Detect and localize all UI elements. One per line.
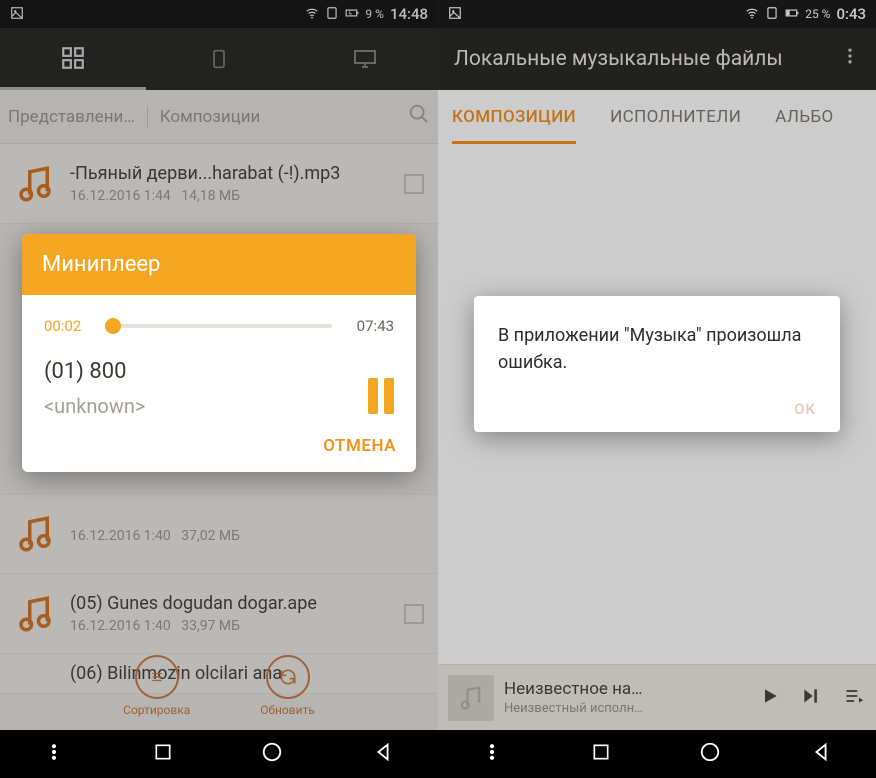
play-icon[interactable]	[760, 686, 780, 710]
time-total: 07:43	[342, 317, 394, 335]
now-playing-title: Неизвестное на…	[504, 679, 750, 699]
tab-albums[interactable]: АЛЬБО	[775, 107, 833, 127]
cancel-button[interactable]: ОТМЕНА	[22, 424, 416, 472]
now-playing-bar[interactable]: Неизвестное на… Неизвестный исполн…	[438, 664, 876, 730]
page-title: Локальные музыкальные файлы	[454, 47, 783, 71]
clock: 0:43	[836, 5, 866, 23]
picture-icon	[448, 6, 462, 23]
android-navbar	[438, 730, 876, 778]
battery-pct: 25 %	[805, 7, 830, 21]
screen-right: 25 % 0:43 Локальные музыкальные файлы КО…	[438, 0, 876, 778]
nav-recent-icon[interactable]	[153, 742, 173, 766]
nav-recent-icon[interactable]	[591, 742, 611, 766]
music-tabs: КОМПОЗИЦИИ ИСПОЛНИТЕЛИ АЛЬБО	[438, 90, 876, 144]
app-bar: Локальные музыкальные файлы	[438, 28, 876, 90]
miniplayer-dialog: Миниплеер 00:02 07:43 (01) 800 <unknown>…	[22, 234, 416, 472]
tab-artists[interactable]: ИСПОЛНИТЕЛИ	[610, 107, 741, 127]
ok-button[interactable]: OK	[498, 400, 816, 418]
queue-icon[interactable]	[842, 686, 866, 710]
tab-tracks[interactable]: КОМПОЗИЦИИ	[452, 107, 576, 144]
nav-back-icon[interactable]	[372, 741, 394, 767]
status-bar: 25 % 0:43	[438, 0, 876, 28]
pause-button[interactable]	[368, 378, 394, 414]
overflow-menu-icon[interactable]	[840, 46, 860, 72]
screen-left: 9 % 14:48 Представлени… Композиции -Пьян…	[0, 0, 438, 778]
nav-menu-icon[interactable]	[482, 742, 502, 766]
nav-menu-icon[interactable]	[44, 742, 64, 766]
nav-back-icon[interactable]	[810, 741, 832, 767]
dialog-title: Миниплеер	[22, 234, 416, 295]
album-art-icon	[448, 675, 494, 721]
android-navbar	[0, 730, 438, 778]
error-message: В приложении "Музыка" произошла ошибка.	[498, 322, 816, 376]
time-elapsed: 00:02	[44, 317, 96, 335]
nav-home-icon[interactable]	[699, 741, 721, 767]
nav-home-icon[interactable]	[261, 741, 283, 767]
seek-slider[interactable]	[106, 324, 332, 328]
sim-icon	[765, 6, 779, 23]
now-playing-artist: Неизвестный исполн…	[504, 701, 750, 716]
error-dialog: В приложении "Музыка" произошла ошибка. …	[474, 296, 840, 432]
next-icon[interactable]	[800, 686, 822, 710]
wifi-icon	[745, 6, 759, 23]
battery-icon	[785, 6, 799, 23]
